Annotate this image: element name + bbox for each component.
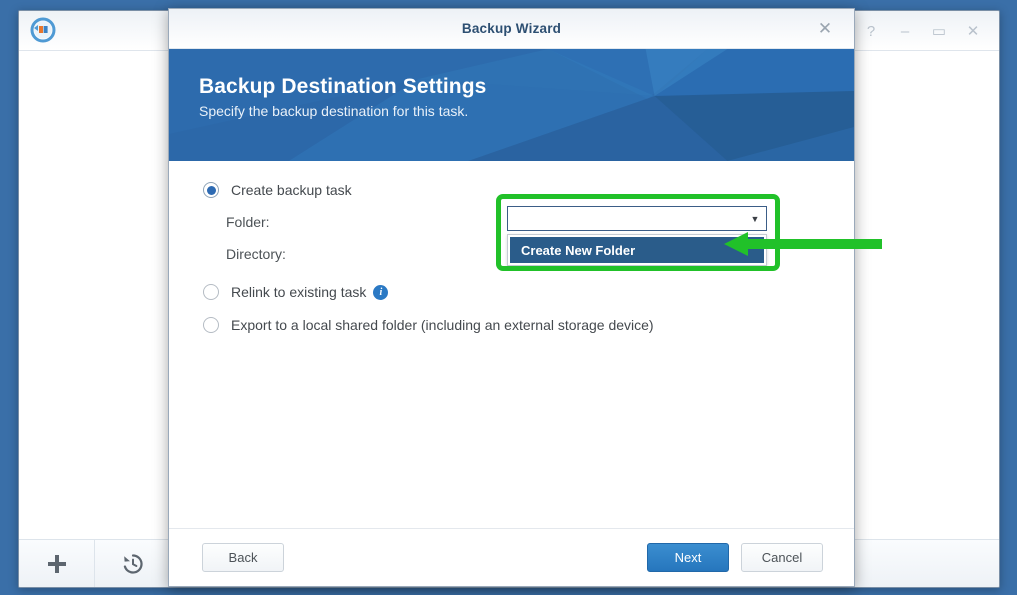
plus-icon [47, 554, 66, 573]
chevron-down-icon[interactable]: ▼ [744, 214, 766, 224]
next-button[interactable]: Next [647, 543, 729, 572]
hyper-backup-app-icon [29, 16, 57, 44]
dialog-title: Backup Wizard [461, 21, 562, 36]
close-button[interactable]: ✕ [965, 23, 981, 39]
folder-combobox-wrapper: ▼ Create New Folder [507, 206, 767, 266]
radio-relink-existing-task[interactable] [203, 284, 219, 300]
dialog-titlebar: Backup Wizard ✕ [169, 9, 854, 49]
dialog-banner: Backup Destination Settings Specify the … [169, 49, 854, 161]
dialog-footer: Back Next Cancel [169, 528, 854, 586]
option-relink-existing-task[interactable]: Relink to existing task i [203, 284, 389, 300]
back-button[interactable]: Back [202, 543, 284, 572]
directory-label: Directory: [226, 246, 286, 262]
info-icon[interactable]: i [373, 284, 389, 300]
radio-export-local-shared-folder[interactable] [203, 317, 219, 333]
option-label-export-local-shared-folder: Export to a local shared folder (includi… [231, 317, 654, 333]
option-create-backup-task[interactable]: Create backup task [203, 182, 352, 198]
app-window-controls: ? – ▭ ✕ [863, 11, 991, 51]
radio-create-backup-task[interactable] [203, 182, 219, 198]
folder-combobox-dropdown-list: Create New Folder [507, 234, 767, 266]
dialog-content: Create backup task Folder: Directory: ▼ … [169, 162, 854, 528]
history-icon [123, 553, 143, 574]
help-button[interactable]: ? [863, 23, 879, 39]
restore-history-button[interactable] [95, 540, 171, 587]
option-export-local-shared-folder[interactable]: Export to a local shared folder (includi… [203, 317, 654, 333]
add-task-button[interactable] [19, 540, 95, 587]
maximize-button[interactable]: ▭ [931, 23, 947, 39]
banner-text-block: Backup Destination Settings Specify the … [199, 75, 486, 119]
minimize-button[interactable]: – [897, 23, 913, 39]
cancel-button[interactable]: Cancel [741, 543, 823, 572]
option-label-create-backup-task: Create backup task [231, 182, 352, 198]
folder-combobox[interactable]: ▼ [507, 206, 767, 231]
banner-heading: Backup Destination Settings [199, 75, 487, 98]
option-label-relink-existing-task: Relink to existing task [231, 284, 367, 300]
banner-subheading: Specify the backup destination for this … [199, 103, 469, 119]
dropdown-item-create-new-folder[interactable]: Create New Folder [510, 237, 764, 263]
backup-wizard-dialog: Backup Wizard ✕ Backup Destination Setti… [168, 8, 855, 587]
folder-label: Folder: [226, 214, 270, 230]
dialog-close-icon[interactable]: ✕ [816, 20, 834, 38]
